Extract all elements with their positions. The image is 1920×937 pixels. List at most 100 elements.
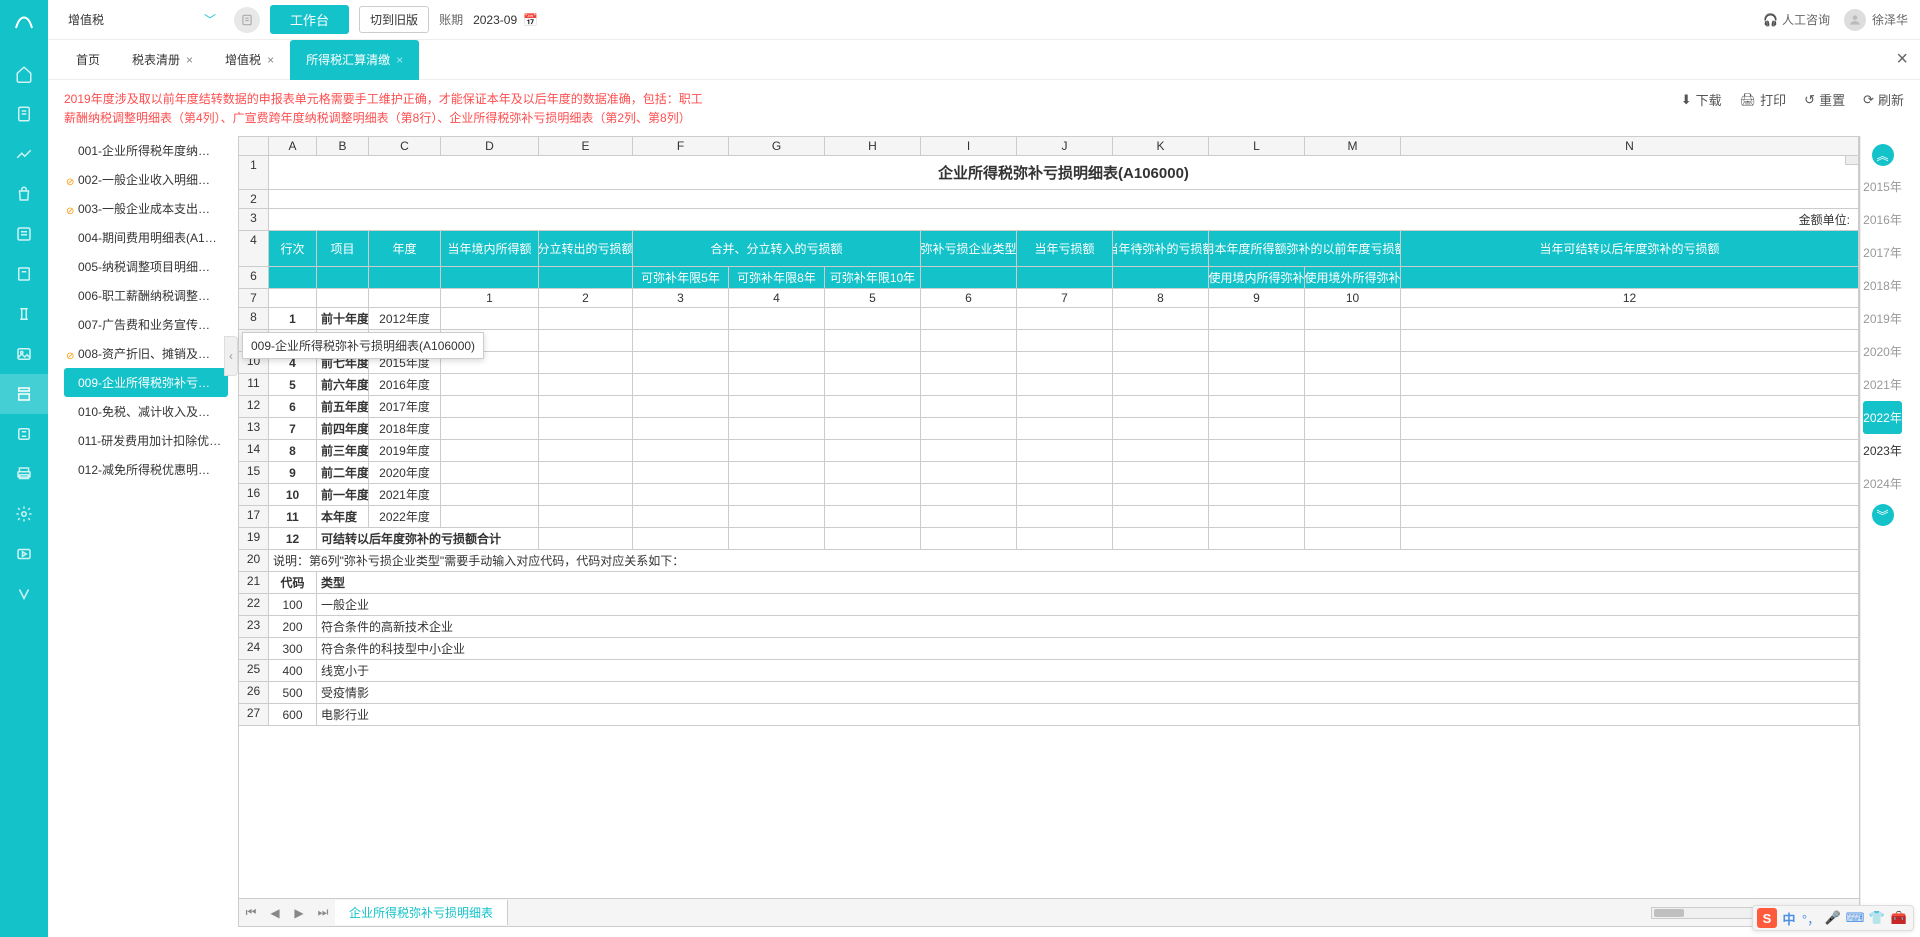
- year-item-2020年[interactable]: 2020年: [1861, 335, 1904, 368]
- data-cell[interactable]: 前五年度: [317, 396, 369, 418]
- data-cell[interactable]: [729, 528, 825, 550]
- reset-button[interactable]: ↺重置: [1804, 90, 1845, 109]
- row-header[interactable]: 4: [239, 231, 269, 267]
- data-cell[interactable]: [1017, 440, 1113, 462]
- data-cell[interactable]: 2022年度: [369, 506, 441, 528]
- ime-punct-button[interactable]: °，: [1801, 908, 1821, 928]
- data-cell[interactable]: [729, 418, 825, 440]
- data-cell[interactable]: [921, 396, 1017, 418]
- data-cell[interactable]: 7: [269, 418, 317, 440]
- data-cell[interactable]: [1113, 462, 1209, 484]
- column-header[interactable]: N: [1401, 137, 1859, 156]
- data-cell[interactable]: [921, 440, 1017, 462]
- data-cell[interactable]: 前四年度: [317, 418, 369, 440]
- sheet-nav-first[interactable]: ⏮: [239, 905, 263, 920]
- column-header[interactable]: D: [441, 137, 539, 156]
- data-cell[interactable]: 1: [269, 308, 317, 330]
- year-item-2023年[interactable]: 2023年: [1861, 434, 1904, 467]
- data-cell[interactable]: [825, 440, 921, 462]
- data-cell[interactable]: [921, 352, 1017, 374]
- row-header[interactable]: 17: [239, 506, 269, 528]
- data-cell[interactable]: 前六年度: [317, 374, 369, 396]
- data-cell[interactable]: [1305, 484, 1401, 506]
- year-item-2016年[interactable]: 2016年: [1861, 203, 1904, 236]
- data-cell[interactable]: [633, 506, 729, 528]
- row-header[interactable]: 25: [239, 660, 269, 682]
- form-list-item[interactable]: 006-职工薪酬纳税调整明细...: [64, 281, 228, 310]
- form-list-item[interactable]: 005-纳税调整项目明细表(A1...: [64, 252, 228, 281]
- year-item-2017年[interactable]: 2017年: [1861, 236, 1904, 269]
- data-cell[interactable]: [921, 506, 1017, 528]
- data-cell[interactable]: [1113, 396, 1209, 418]
- data-cell[interactable]: [729, 506, 825, 528]
- form-list-item[interactable]: 009-企业所得税弥补亏损明...: [64, 368, 228, 397]
- nav-image-icon[interactable]: [0, 334, 48, 374]
- data-cell[interactable]: [441, 462, 539, 484]
- row-header[interactable]: 3: [239, 209, 269, 231]
- data-cell[interactable]: [539, 352, 633, 374]
- data-cell[interactable]: [1401, 330, 1859, 352]
- form-list-item[interactable]: 004-期间费用明细表(A1040...: [64, 223, 228, 252]
- row-header[interactable]: 11: [239, 374, 269, 396]
- nav-settings-icon[interactable]: [0, 494, 48, 534]
- row-header[interactable]: 24: [239, 638, 269, 660]
- data-cell[interactable]: [825, 352, 921, 374]
- nav-print-icon[interactable]: [0, 454, 48, 494]
- data-cell[interactable]: [1305, 462, 1401, 484]
- form-list-item[interactable]: 011-研发费用加计扣除优惠...: [64, 426, 228, 455]
- cell[interactable]: [269, 190, 1859, 209]
- data-cell[interactable]: [539, 374, 633, 396]
- row-header[interactable]: 26: [239, 682, 269, 704]
- column-header[interactable]: K: [1113, 137, 1209, 156]
- support-link[interactable]: 🎧 人工咨询: [1763, 11, 1830, 28]
- data-cell[interactable]: [1209, 462, 1305, 484]
- data-cell[interactable]: [729, 352, 825, 374]
- data-cell[interactable]: [825, 374, 921, 396]
- year-item-2018年[interactable]: 2018年: [1861, 269, 1904, 302]
- row-header[interactable]: 1: [239, 156, 269, 190]
- data-cell[interactable]: [1209, 506, 1305, 528]
- note-type[interactable]: 电影行业: [317, 704, 1859, 726]
- data-cell[interactable]: [1113, 484, 1209, 506]
- data-cell[interactable]: [1017, 374, 1113, 396]
- data-cell[interactable]: [1209, 418, 1305, 440]
- data-cell[interactable]: [1401, 484, 1859, 506]
- data-cell[interactable]: [1209, 330, 1305, 352]
- collapse-form-list-button[interactable]: ‹: [224, 336, 238, 376]
- data-cell[interactable]: [1113, 440, 1209, 462]
- data-cell[interactable]: [1401, 418, 1859, 440]
- note-code[interactable]: 200: [269, 616, 317, 638]
- data-cell[interactable]: 前一年度: [317, 484, 369, 506]
- switch-old-button[interactable]: 切到旧版: [359, 6, 429, 33]
- refresh-button[interactable]: ⟳刷新: [1863, 90, 1904, 109]
- form-list-item[interactable]: 003-一般企业成本支出明细...: [64, 194, 228, 223]
- data-cell[interactable]: [1305, 374, 1401, 396]
- note-type[interactable]: 线宽小于: [317, 660, 1859, 682]
- data-cell[interactable]: [1305, 528, 1401, 550]
- download-button[interactable]: ⬇下载: [1681, 90, 1722, 109]
- data-cell[interactable]: [1209, 440, 1305, 462]
- column-header[interactable]: E: [539, 137, 633, 156]
- row-header[interactable]: 19: [239, 528, 269, 550]
- data-cell[interactable]: [825, 396, 921, 418]
- info-button[interactable]: [234, 7, 260, 33]
- data-cell[interactable]: [441, 308, 539, 330]
- row-header[interactable]: 20: [239, 550, 269, 572]
- data-cell[interactable]: [1113, 308, 1209, 330]
- form-list-item[interactable]: 010-免税、减计收入及加计...: [64, 397, 228, 426]
- data-cell[interactable]: [825, 506, 921, 528]
- data-cell[interactable]: [1017, 462, 1113, 484]
- note-type[interactable]: 一般企业: [317, 594, 1859, 616]
- data-cell[interactable]: [633, 308, 729, 330]
- data-cell[interactable]: [1017, 418, 1113, 440]
- data-cell[interactable]: [633, 462, 729, 484]
- data-cell[interactable]: [539, 528, 633, 550]
- nav-form-icon[interactable]: [0, 254, 48, 294]
- data-cell[interactable]: [633, 440, 729, 462]
- data-cell[interactable]: 前二年度: [317, 462, 369, 484]
- data-cell[interactable]: 12: [269, 528, 317, 550]
- tab-close-icon[interactable]: ×: [396, 53, 403, 67]
- data-cell[interactable]: [1401, 462, 1859, 484]
- data-cell[interactable]: [1305, 396, 1401, 418]
- data-cell[interactable]: [921, 308, 1017, 330]
